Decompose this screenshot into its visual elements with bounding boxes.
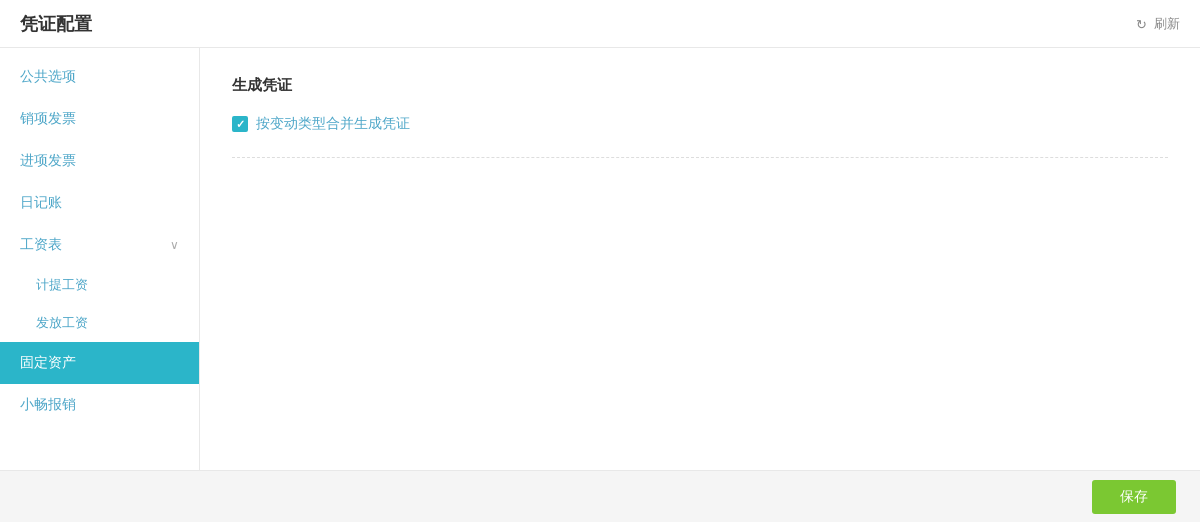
sidebar-item-label: 公共选项 <box>20 68 76 86</box>
sidebar-item-sales-invoice[interactable]: 销项发票 <box>0 98 199 140</box>
section-divider <box>232 157 1168 158</box>
sidebar-item-public[interactable]: 公共选项 <box>0 56 199 98</box>
sidebar-item-purchase-invoice[interactable]: 进项发票 <box>0 140 199 182</box>
sidebar-item-label: 固定资产 <box>20 354 76 372</box>
sidebar-item-label: 销项发票 <box>20 110 76 128</box>
refresh-icon: ↻ <box>1136 17 1150 31</box>
sidebar-item-calc-payroll[interactable]: 计提工资 <box>0 266 199 304</box>
page-title: 凭证配置 <box>20 12 92 36</box>
bottom-bar: 保存 <box>0 470 1200 522</box>
sidebar-item-label: 小畅报销 <box>20 396 76 414</box>
sidebar-item-label: 日记账 <box>20 194 62 212</box>
merge-checkbox[interactable] <box>232 116 248 132</box>
chevron-down-icon: ∨ <box>170 238 179 252</box>
sidebar-item-label: 发放工资 <box>36 315 88 330</box>
checkbox-row: 按变动类型合并生成凭证 <box>232 115 1168 133</box>
section-title: 生成凭证 <box>232 76 1168 95</box>
sidebar-item-journal[interactable]: 日记账 <box>0 182 199 224</box>
sidebar-item-payroll[interactable]: 工资表 ∨ <box>0 224 199 266</box>
sidebar-item-label: 工资表 <box>20 236 62 254</box>
refresh-button[interactable]: ↻ 刷新 <box>1136 15 1180 33</box>
sidebar-item-fixed-assets[interactable]: 固定资产 <box>0 342 199 384</box>
refresh-label: 刷新 <box>1154 15 1180 33</box>
sidebar-item-label: 进项发票 <box>20 152 76 170</box>
sidebar-item-label: 计提工资 <box>36 277 88 292</box>
content-area: 生成凭证 按变动类型合并生成凭证 <box>200 48 1200 470</box>
main-layout: 公共选项 销项发票 进项发票 日记账 工资表 ∨ 计提工资 发放工资 固定资产 … <box>0 48 1200 470</box>
sidebar-item-expense[interactable]: 小畅报销 <box>0 384 199 426</box>
sidebar-item-pay-payroll[interactable]: 发放工资 <box>0 304 199 342</box>
save-button[interactable]: 保存 <box>1092 480 1176 514</box>
page-header: 凭证配置 ↻ 刷新 <box>0 0 1200 48</box>
sidebar: 公共选项 销项发票 进项发票 日记账 工资表 ∨ 计提工资 发放工资 固定资产 … <box>0 48 200 470</box>
checkbox-label: 按变动类型合并生成凭证 <box>256 115 410 133</box>
